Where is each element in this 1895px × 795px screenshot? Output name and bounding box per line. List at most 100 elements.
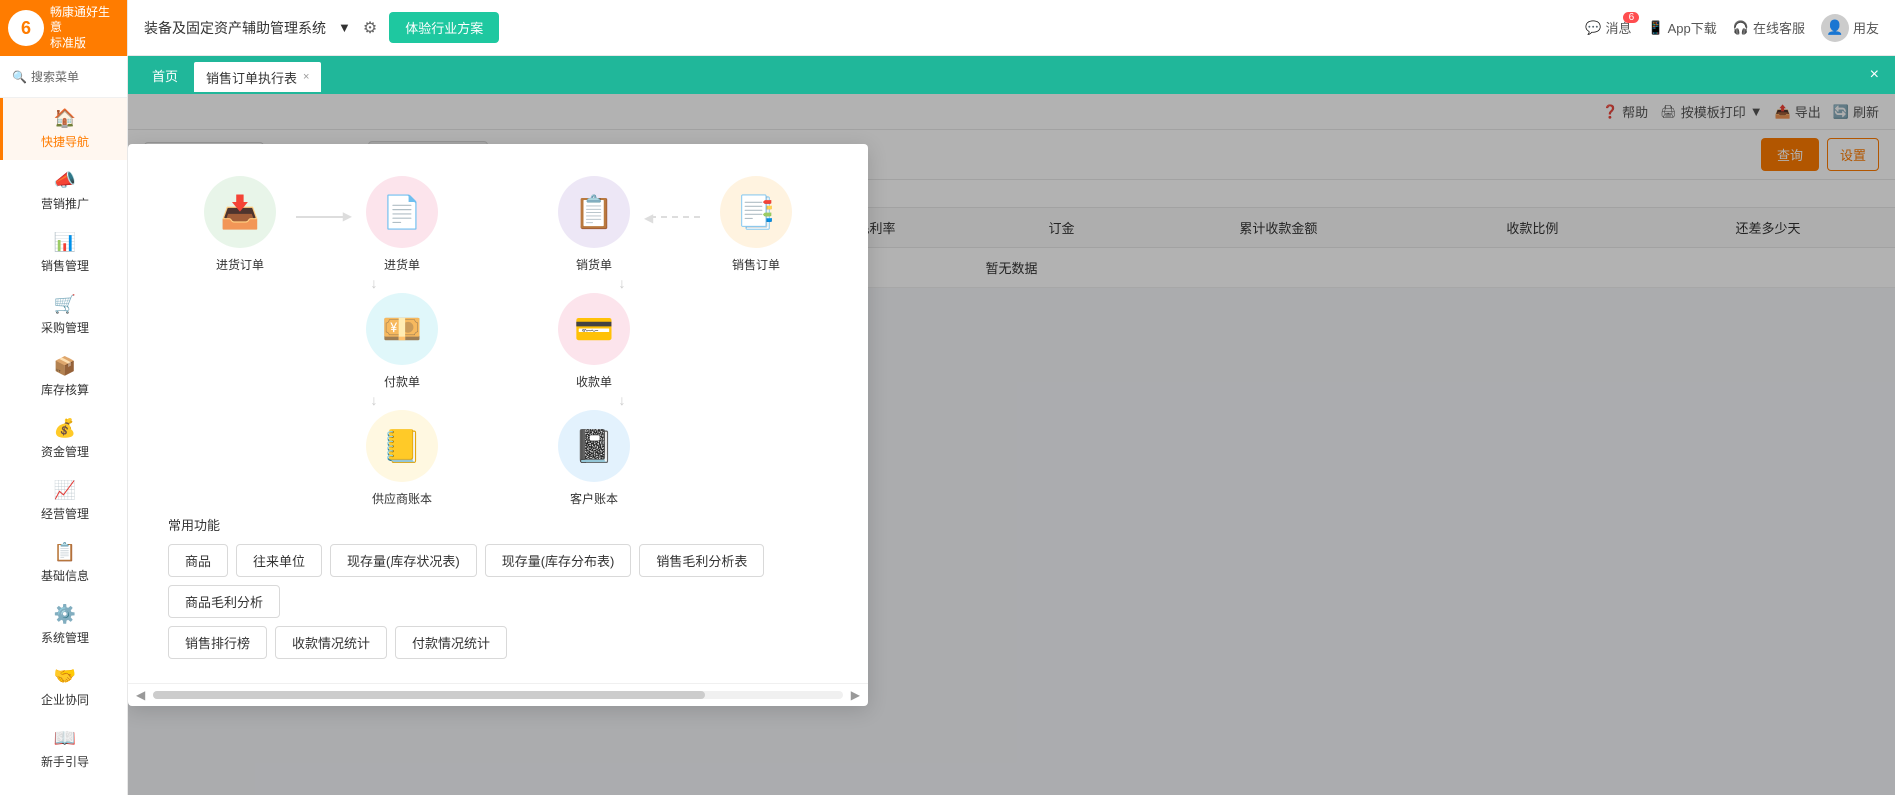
func-btn-partner[interactable]: 往来单位 <box>236 544 322 577</box>
system-dropdown[interactable]: ▼ <box>338 20 351 35</box>
arrow-down-1: ↓ <box>371 273 378 293</box>
flow-node-purchase-bill[interactable]: 📄 进货单 <box>346 176 458 273</box>
online-service-button[interactable]: 🎧 在线客服 <box>1733 18 1805 37</box>
try-industry-button[interactable]: 体验行业方案 <box>389 12 499 43</box>
header-actions: 💬 消息 6 📱 App下载 🎧 在线客服 👤 用友 <box>1585 14 1879 42</box>
avatar: 👤 <box>1821 14 1849 42</box>
search-icon: 🔍 <box>12 70 27 84</box>
sidebar-item-purchase[interactable]: 🛒 采购管理 <box>0 284 127 346</box>
flow-node-sales-bill[interactable]: 📋 销货单 <box>538 176 650 273</box>
func-btn-stock-dist[interactable]: 现存量(库存分布表) <box>485 544 632 577</box>
func-btn-stock-status[interactable]: 现存量(库存状况表) <box>330 544 477 577</box>
sidebar-search-area[interactable]: 🔍 搜索菜单 <box>0 56 127 98</box>
arrow-down-3: ↓ <box>371 390 378 410</box>
top-header: 装备及固定资产辅助管理系统 ▼ ⚙ 体验行业方案 💬 消息 6 📱 App下载 … <box>128 0 1895 56</box>
scroll-left-button[interactable]: ◀ <box>136 688 145 702</box>
flow-row-1: 📥 进货订单 ▶ <box>184 176 812 273</box>
func-buttons-row2: 销售排行榜 收款情况统计 付款情况统计 <box>168 626 828 659</box>
sidebar-item-sales[interactable]: 📊 销售管理 <box>0 222 127 284</box>
flow-node-sales-order[interactable]: 📑 销售订单 <box>700 176 812 273</box>
user-avatar[interactable]: 👤 用友 <box>1821 14 1879 42</box>
sidebar-item-enterprise[interactable]: 🤝 企业协同 <box>0 656 127 718</box>
sidebar-item-inventory[interactable]: 📦 库存核算 <box>0 346 127 408</box>
func-btn-sales-rank[interactable]: 销售排行榜 <box>168 626 267 659</box>
marketing-icon: 📣 <box>54 170 76 191</box>
search-menu-button[interactable]: 🔍 搜索菜单 <box>8 64 119 89</box>
system-title: 装备及固定资产辅助管理系统 <box>144 18 326 38</box>
func-buttons-row1: 商品 往来单位 现存量(库存状况表) 现存量(库存分布表) 销售毛利分析表 商品… <box>168 544 828 618</box>
settings-icon[interactable]: ⚙ <box>363 18 377 38</box>
sidebar-item-quick-nav[interactable]: 🏠 快捷导航 <box>0 98 127 160</box>
arrow-down-4: ↓ <box>619 390 626 410</box>
app-logo: 6 畅康通好生意 标准版 <box>0 0 127 56</box>
message-badge: 6 <box>1623 12 1639 23</box>
message-button[interactable]: 💬 消息 6 <box>1585 18 1631 37</box>
base-info-icon: 📋 <box>54 542 76 563</box>
func-btn-product[interactable]: 商品 <box>168 544 228 577</box>
flow-diagram: 📥 进货订单 ▶ <box>168 176 828 507</box>
logo-icon: 6 <box>8 10 44 46</box>
message-icon: 💬 <box>1585 20 1601 36</box>
sidebar-item-guide[interactable]: 📖 新手引导 <box>0 718 127 780</box>
modal-bottom-bar: ◀ ▶ <box>128 683 868 706</box>
modal-overlay[interactable]: 📥 进货订单 ▶ <box>128 94 1895 795</box>
payment-bill-icon: 💴 <box>366 293 438 365</box>
sidebar-item-marketing[interactable]: 📣 营销推广 <box>0 160 127 222</box>
flow-row-2: 💴 付款单 💳 收款单 <box>254 293 742 390</box>
app-icon: 📱 <box>1647 20 1663 36</box>
flow-row-arrows: ↓ ↓ <box>168 273 828 293</box>
customer-ledger-icon: 📓 <box>558 410 630 482</box>
common-functions: 常用功能 商品 往来单位 现存量(库存状况表) 现存量(库存分布表) 销售毛利分… <box>168 515 828 659</box>
flow-row-arrows-2: ↓ ↓ <box>168 390 828 410</box>
func-btn-receipt-stats[interactable]: 收款情况统计 <box>275 626 387 659</box>
user-name: 用友 <box>1853 18 1879 37</box>
service-icon: 🎧 <box>1733 20 1749 36</box>
quick-nav-icon: 🏠 <box>54 108 76 129</box>
supplier-ledger-icon: 📒 <box>366 410 438 482</box>
flow-node-customer-ledger[interactable]: 📓 客户账本 <box>538 410 650 507</box>
flow-node-receipt-bill[interactable]: 💳 收款单 <box>538 293 650 390</box>
horizontal-scrollbar[interactable] <box>153 691 843 699</box>
tab-bar-close-button[interactable]: × <box>1862 66 1887 84</box>
arrow-purchase-to-bill: ▶ <box>296 216 346 218</box>
sidebar-item-base-info[interactable]: 📋 基础信息 <box>0 532 127 594</box>
tab-sales-order[interactable]: 销售订单执行表 × <box>194 62 321 92</box>
arrow-sales-order-to-bill: ◀ <box>650 216 700 218</box>
sidebar-nav: 🏠 快捷导航 📣 营销推广 📊 销售管理 🛒 采购管理 📦 库存核算 💰 <box>0 98 127 795</box>
chevron-down-icon: ▼ <box>338 20 351 35</box>
tab-bar: 首页 销售订单执行表 × × <box>128 56 1895 94</box>
modal-content: 📥 进货订单 ▶ <box>128 144 868 683</box>
inventory-icon: 📦 <box>54 356 76 377</box>
system-icon: ⚙️ <box>54 604 76 625</box>
flow-modal: 📥 进货订单 ▶ <box>128 144 868 706</box>
operations-icon: 📈 <box>54 480 76 501</box>
finance-icon: 💰 <box>54 418 76 439</box>
flow-node-payment-bill[interactable]: 💴 付款单 <box>346 293 458 390</box>
sidebar-item-system[interactable]: ⚙️ 系统管理 <box>0 594 127 656</box>
purchase-icon: 🛒 <box>54 294 76 315</box>
sales-icon: 📊 <box>54 232 76 253</box>
scrollbar-thumb <box>153 691 705 699</box>
tab-close-icon[interactable]: × <box>303 71 309 83</box>
arrow-down-2: ↓ <box>619 273 626 293</box>
func-btn-payment-stats[interactable]: 付款情况统计 <box>395 626 507 659</box>
flow-node-purchase-order[interactable]: 📥 进货订单 <box>184 176 296 273</box>
main-content: 装备及固定资产辅助管理系统 ▼ ⚙ 体验行业方案 💬 消息 6 📱 App下载 … <box>128 0 1895 795</box>
sidebar-item-finance[interactable]: 💰 资金管理 <box>0 408 127 470</box>
func-btn-product-margin[interactable]: 商品毛利分析 <box>168 585 280 618</box>
content-area: ❓ 帮助 🖨 按模板打印 ▼ 📤 导出 🔄 刷新 <box>128 94 1895 795</box>
tab-home[interactable]: 首页 <box>136 56 194 94</box>
guide-icon: 📖 <box>54 728 76 749</box>
func-btn-sales-margin[interactable]: 销售毛利分析表 <box>639 544 764 577</box>
enterprise-icon: 🤝 <box>54 666 76 687</box>
purchase-bill-icon: 📄 <box>366 176 438 248</box>
sales-bill-icon: 📋 <box>558 176 630 248</box>
sales-order-icon: 📑 <box>720 176 792 248</box>
flow-row-3: 📒 供应商账本 📓 客户账本 <box>254 410 742 507</box>
receipt-bill-icon: 💳 <box>558 293 630 365</box>
flow-node-supplier-ledger[interactable]: 📒 供应商账本 <box>346 410 458 507</box>
app-download-button[interactable]: 📱 App下载 <box>1647 18 1716 37</box>
logo-text: 畅康通好生意 标准版 <box>50 5 119 52</box>
sidebar-item-operations[interactable]: 📈 经营管理 <box>0 470 127 532</box>
scroll-right-button[interactable]: ▶ <box>851 688 860 702</box>
